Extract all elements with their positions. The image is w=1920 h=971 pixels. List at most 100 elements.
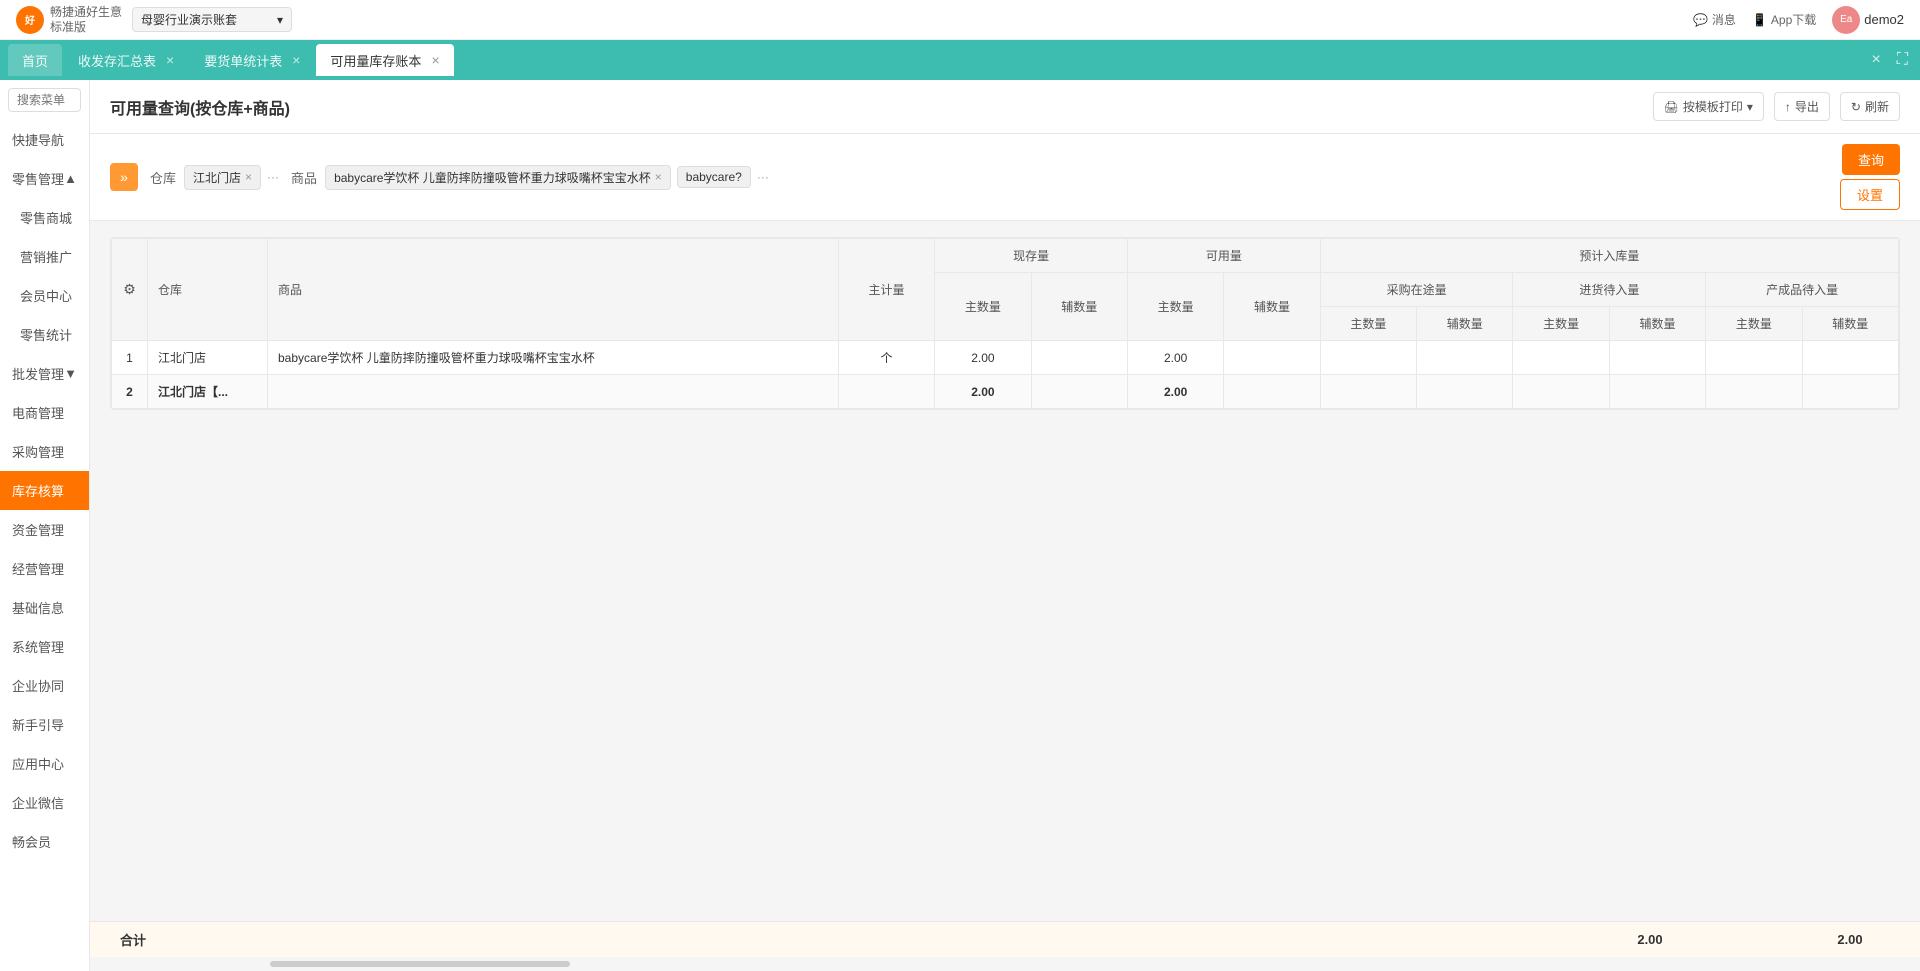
sidebar-item-operation[interactable]: 经营管理 (0, 549, 89, 588)
row2-available-main: 2.00 (1127, 375, 1223, 409)
expand-filter-btn[interactable]: » (110, 163, 138, 191)
fullscreen-btn[interactable]: ⛶ (1893, 51, 1912, 69)
chevron-icon-2: ▼ (64, 366, 77, 381)
tab-receive[interactable]: 收发存汇总表 × (64, 44, 188, 76)
sidebar-item-marketing[interactable]: 营销推广 (0, 237, 89, 276)
sidebar-item-retail-stat[interactable]: 零售统计 (0, 315, 89, 354)
product-more[interactable]: ··· (757, 170, 769, 184)
th-product: 商品 (268, 239, 839, 341)
th-purchase-main: 主数量 (1320, 307, 1416, 341)
row1-no: 1 (112, 341, 148, 375)
settings-btn[interactable]: 设置 (1840, 179, 1900, 210)
th-import-pending: 进货待入量 (1513, 273, 1706, 307)
sidebar-item-inventory[interactable]: 库存核算 (0, 471, 89, 510)
sidebar-item-purchase[interactable]: 采购管理 (0, 432, 89, 471)
row1-warehouse: 江北门店 (148, 341, 268, 375)
nav-tabs: 首页 收发存汇总表 × 要货单统计表 × 可用量库存账本 × × ⛶ (0, 40, 1920, 80)
search-input[interactable] (8, 88, 81, 112)
sidebar-item-member[interactable]: 会员中心 (0, 276, 89, 315)
th-warehouse: 仓库 (148, 239, 268, 341)
sidebar-item-retail-mgmt[interactable]: 零售管理 ▲ (0, 159, 89, 198)
warehouse-tag-close-0[interactable]: × (245, 170, 252, 184)
sidebar-item-enterprise-wechat[interactable]: 企业微信 (0, 783, 89, 822)
th-import-main: 主数量 (1513, 307, 1609, 341)
refresh-icon: ↻ (1851, 100, 1861, 114)
horizontal-scrollbar[interactable] (90, 957, 1920, 971)
page-header: 可用量查询(按仓库+商品) 🖨 按模板打印 ▾ ↑ 导出 ↻ 刷新 (90, 80, 1920, 134)
sidebar-item-retail-mall[interactable]: 零售商城 (0, 198, 89, 237)
gear-icon[interactable]: ⚙ (123, 281, 136, 297)
page-title: 可用量查询(按仓库+商品) (110, 95, 290, 131)
sidebar-item-finance[interactable]: 资金管理 (0, 510, 89, 549)
table-area: ⚙ 仓库 商品 主计量 现存量 可用量 预计入库量 主数量 辅数量 (90, 221, 1920, 921)
th-production-main: 主数量 (1706, 307, 1802, 341)
user-profile[interactable]: Ea demo2 (1832, 6, 1904, 34)
sidebar-item-quick-nav[interactable]: 快捷导航 (0, 120, 89, 159)
product-tag-0: babycare学饮杯 儿童防摔防撞吸管杯重力球吸嘴杯宝宝水杯 × (325, 165, 671, 190)
warehouse-more[interactable]: ··· (267, 170, 279, 184)
row1-purchase-aux (1417, 341, 1513, 375)
avatar: Ea (1832, 6, 1860, 34)
row1-import-aux (1609, 341, 1705, 375)
row1-product: babycare学饮杯 儿童防摔防撞吸管杯重力球吸嘴杯宝宝水杯 (268, 341, 839, 375)
product-tags: babycare学饮杯 儿童防摔防撞吸管杯重力球吸嘴杯宝宝水杯 × babyca… (325, 165, 769, 190)
tab-close-order[interactable]: × (292, 52, 300, 68)
row1-production-aux (1802, 341, 1898, 375)
footer-stock-main: 2.00 (1600, 932, 1700, 947)
sidebar-item-new-guide[interactable]: 新手引导 (0, 705, 89, 744)
tab-available[interactable]: 可用量库存账本 × (316, 44, 453, 76)
top-bar: 好 畅捷通好生意 标准版 母婴行业演示账套 ▾ 💬 消息 📱 App下载 Ea … (0, 0, 1920, 40)
footer-bar: 合计 2.00 2.00 (90, 921, 1920, 957)
logo-area: 好 畅捷通好生意 标准版 (16, 5, 122, 34)
warehouse-tag-0: 江北门店 × (184, 165, 261, 190)
th-stock-aux: 辅数量 (1031, 273, 1127, 341)
row1-import-main (1513, 341, 1609, 375)
export-icon: ↑ (1785, 100, 1791, 114)
sidebar-item-app-center[interactable]: 应用中心 (0, 744, 89, 783)
tab-home[interactable]: 首页 (8, 44, 62, 76)
row2-warehouse: 江北门店【... (148, 375, 268, 409)
row2-purchase-main (1320, 375, 1416, 409)
table-row: 2 江北门店【... 2.00 2.00 (112, 375, 1899, 409)
product-tag-close-0[interactable]: × (655, 170, 662, 184)
row1-production-main (1706, 341, 1802, 375)
app-icon: 📱 (1752, 13, 1767, 27)
th-available-aux: 辅数量 (1224, 273, 1320, 341)
sidebar-item-wholesale-mgmt[interactable]: 批发管理 ▼ (0, 354, 89, 393)
th-import-aux: 辅数量 (1609, 307, 1705, 341)
chevron-icon: ▲ (64, 171, 77, 186)
scrollbar-thumb (270, 961, 570, 967)
print-icon: 🖨 (1664, 100, 1679, 114)
query-btn[interactable]: 查询 (1842, 144, 1900, 175)
row1-stock-main: 2.00 (935, 341, 1031, 375)
sidebar-search-area (0, 80, 89, 120)
row1-available-main: 2.00 (1127, 341, 1223, 375)
tab-close-receive[interactable]: × (166, 52, 174, 68)
app-download-btn[interactable]: 📱 App下载 (1752, 11, 1816, 28)
export-btn[interactable]: ↑ 导出 (1774, 92, 1830, 121)
sidebar-item-ecommerce[interactable]: 电商管理 (0, 393, 89, 432)
warehouse-filter: 仓库 江北门店 × ··· (150, 165, 279, 190)
product-tag-1: babycare? (677, 166, 751, 188)
industry-selector[interactable]: 母婴行业演示账套 ▾ (132, 7, 292, 32)
message-btn[interactable]: 💬 消息 (1693, 11, 1736, 28)
row2-production-main (1706, 375, 1802, 409)
tab-close-available[interactable]: × (431, 52, 439, 68)
row2-import-main (1513, 375, 1609, 409)
sidebar-item-member2[interactable]: 畅会员 (0, 822, 89, 861)
sidebar-item-enterprise-collab[interactable]: 企业协同 (0, 666, 89, 705)
row1-stock-aux (1031, 341, 1127, 375)
refresh-btn[interactable]: ↻ 刷新 (1840, 92, 1900, 121)
sidebar-item-system[interactable]: 系统管理 (0, 627, 89, 666)
th-production-pending: 产成品待入量 (1706, 273, 1899, 307)
top-bar-left: 好 畅捷通好生意 标准版 母婴行业演示账套 ▾ (16, 5, 292, 34)
th-stock-main: 主数量 (935, 273, 1031, 341)
close-all-tabs-btn[interactable]: × (1867, 51, 1884, 69)
row1-unit: 个 (838, 341, 934, 375)
tab-order[interactable]: 要货单统计表 × (190, 44, 314, 76)
row2-production-aux (1802, 375, 1898, 409)
sidebar-item-basic[interactable]: 基础信息 (0, 588, 89, 627)
row2-purchase-aux (1417, 375, 1513, 409)
print-btn[interactable]: 🖨 按模板打印 ▾ (1653, 92, 1764, 121)
data-table: ⚙ 仓库 商品 主计量 现存量 可用量 预计入库量 主数量 辅数量 (111, 238, 1899, 409)
